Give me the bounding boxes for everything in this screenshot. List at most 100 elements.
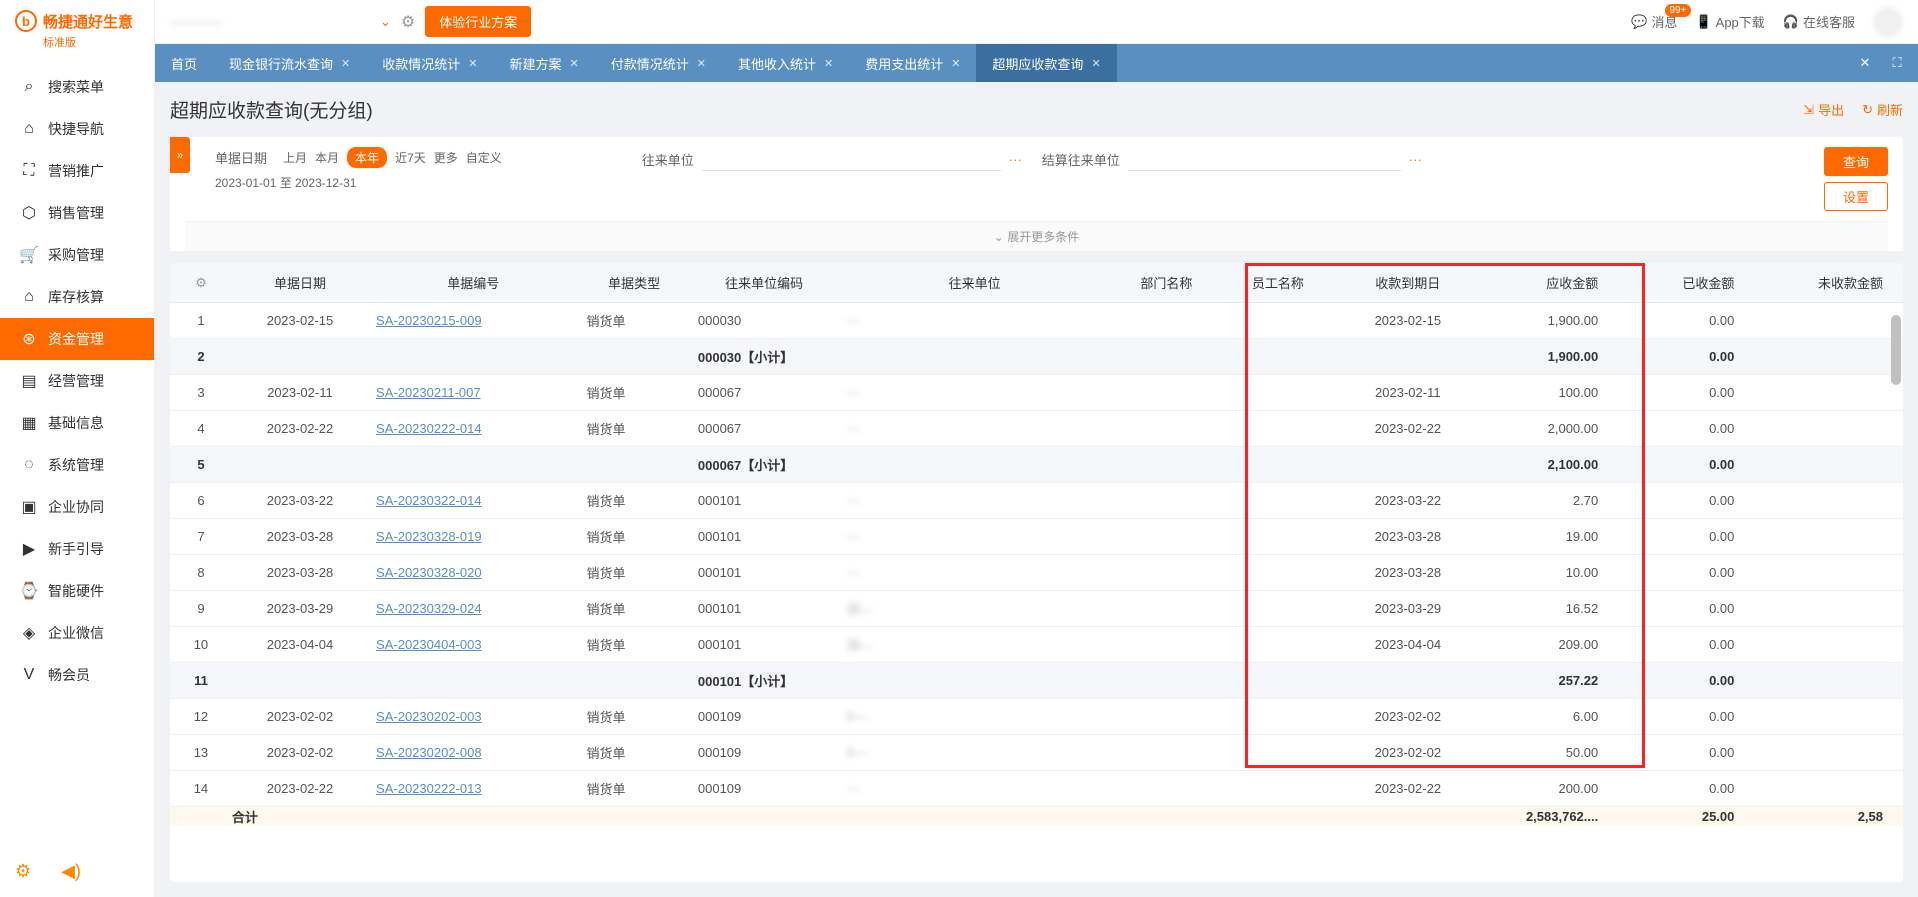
- settle-input[interactable]: [1128, 147, 1401, 171]
- table-row: 4 2023-02-22 SA-20230222-014 销货单 000067 …: [170, 411, 1903, 447]
- sidebar-item-6[interactable]: ⊛资金管理: [0, 318, 154, 360]
- col-header[interactable]: ⚙: [170, 263, 232, 303]
- close-all-tabs-icon[interactable]: ✕: [1852, 50, 1878, 76]
- date-preset[interactable]: 近7天: [395, 149, 426, 166]
- col-header: 应收金额: [1482, 263, 1618, 303]
- topbar: ———— ⌄ ⚙ 体验行业方案 💬 消息 99+ 📱 App下载 🎧 在线客服: [155, 0, 1918, 44]
- col-header: 已收金额: [1618, 263, 1754, 303]
- app-download-link[interactable]: 📱 App下载: [1695, 12, 1764, 31]
- sidebar-item-3[interactable]: ⬡销售管理: [0, 192, 154, 234]
- tab-3[interactable]: 新建方案✕: [493, 44, 594, 82]
- sidebar-item-8[interactable]: ▦基础信息: [0, 402, 154, 444]
- gear-icon[interactable]: ⚙: [401, 12, 415, 32]
- tab-close-icon[interactable]: ✕: [951, 57, 960, 70]
- tab-close-icon[interactable]: ✕: [341, 57, 350, 70]
- logo: b 畅捷通好生意: [15, 10, 139, 32]
- sidebar-item-11[interactable]: ▶新手引导: [0, 528, 154, 570]
- docno-link[interactable]: SA-20230211-007: [376, 385, 481, 400]
- sidebar-item-9[interactable]: ◌系统管理: [0, 444, 154, 486]
- tab-1[interactable]: 现金银行流水查询✕: [213, 44, 366, 82]
- refresh-button[interactable]: ↻ 刷新: [1862, 100, 1903, 119]
- docno-link[interactable]: SA-20230328-019: [376, 529, 482, 544]
- messages-link[interactable]: 💬 消息 99+: [1631, 12, 1677, 31]
- docno-link[interactable]: SA-20230202-008: [376, 745, 482, 760]
- sidebar-item-12[interactable]: ⌚智能硬件: [0, 570, 154, 612]
- date-preset[interactable]: 上月: [283, 149, 307, 166]
- tab-0[interactable]: 首页: [155, 44, 213, 82]
- col-header: 单据日期: [232, 263, 368, 303]
- tab-2[interactable]: 收款情况统计✕: [366, 44, 493, 82]
- tab-5[interactable]: 其他收入统计✕: [722, 44, 849, 82]
- docno-link[interactable]: SA-20230404-003: [376, 637, 482, 652]
- query-button[interactable]: 查询: [1824, 147, 1888, 176]
- docno-link[interactable]: SA-20230215-009: [376, 313, 482, 328]
- date-preset[interactable]: 更多: [434, 149, 458, 166]
- export-button[interactable]: ⇲ 导出: [1803, 100, 1844, 119]
- table-row: 6 2023-03-22 SA-20230322-014 销货单 000101 …: [170, 483, 1903, 519]
- tab-6[interactable]: 费用支出统计✕: [849, 44, 976, 82]
- nav-label: 经营管理: [48, 371, 104, 391]
- settings-button[interactable]: 设置: [1824, 182, 1888, 211]
- cell-partner: —: [838, 483, 1110, 519]
- cell-date: 2023-03-28: [232, 519, 368, 555]
- collapse-filter-icon[interactable]: »: [170, 137, 190, 173]
- tab-4[interactable]: 付款情况统计✕: [595, 44, 722, 82]
- date-preset[interactable]: 本年: [347, 147, 387, 168]
- docno-link[interactable]: SA-20230328-020: [376, 565, 482, 580]
- tab-close-icon[interactable]: ✕: [1091, 57, 1100, 70]
- docno-link[interactable]: SA-20230222-014: [376, 421, 482, 436]
- docno-link[interactable]: SA-20230329-024: [376, 601, 482, 616]
- company-selector[interactable]: ————: [170, 14, 370, 29]
- solution-button[interactable]: 体验行业方案: [425, 6, 531, 37]
- sidebar-item-7[interactable]: ▤经营管理: [0, 360, 154, 402]
- page-title: 超期应收款查询(无分组): [170, 96, 373, 123]
- docno-link[interactable]: SA-20230222-013: [376, 781, 482, 796]
- date-preset[interactable]: 本月: [315, 149, 339, 166]
- settle-more-icon[interactable]: ···: [1409, 152, 1422, 167]
- docno-link[interactable]: SA-20230202-003: [376, 709, 482, 724]
- cell-amt: 200.00: [1482, 771, 1618, 807]
- customer-service-link[interactable]: 🎧 在线客服: [1783, 12, 1855, 31]
- tab-7[interactable]: 超期应收款查询✕: [976, 44, 1116, 82]
- total-label: 合计: [232, 807, 368, 827]
- sidebar-item-1[interactable]: ⌂快捷导航: [0, 108, 154, 150]
- tab-close-icon[interactable]: ✕: [697, 57, 706, 70]
- partner-label: 往来单位: [642, 150, 694, 169]
- sidebar-item-10[interactable]: ▣企业协同: [0, 486, 154, 528]
- settings-gear-icon[interactable]: ⚙: [15, 861, 31, 882]
- collapse-sidebar-icon[interactable]: ◀): [61, 861, 81, 882]
- cell-amt: 2.70: [1482, 483, 1618, 519]
- avatar[interactable]: [1873, 7, 1903, 37]
- cell-date: 2023-02-11: [232, 375, 368, 411]
- cell-rcv: 0.00: [1618, 411, 1754, 447]
- tab-close-icon[interactable]: ✕: [570, 57, 579, 70]
- tab-close-icon[interactable]: ✕: [824, 57, 833, 70]
- scrollbar-thumb[interactable]: [1891, 315, 1901, 385]
- date-preset[interactable]: 自定义: [466, 149, 502, 166]
- col-header: 往来单位: [838, 263, 1110, 303]
- subtotal-row: 11 000101【小计】 257.22 0.00: [170, 663, 1903, 699]
- scrollbar-track[interactable]: [1891, 315, 1901, 852]
- sidebar-item-0[interactable]: ⌕搜索菜单: [0, 66, 154, 108]
- sidebar-item-2[interactable]: ⛶营销推广: [0, 150, 154, 192]
- cell-type: 销货单: [578, 771, 689, 807]
- sidebar-item-4[interactable]: 🛒采购管理: [0, 234, 154, 276]
- fullscreen-icon[interactable]: ⛶: [1884, 50, 1910, 76]
- tab-close-icon[interactable]: ✕: [468, 57, 477, 70]
- docno-link[interactable]: SA-20230322-014: [376, 493, 482, 508]
- partner-more-icon[interactable]: ···: [1009, 152, 1022, 167]
- partner-input[interactable]: [702, 147, 1001, 171]
- cell-type: 销货单: [578, 555, 689, 591]
- cell-due: 2023-02-11: [1334, 375, 1483, 411]
- brand-name: 畅捷通好生意: [43, 11, 133, 32]
- table-wrap: ⚙单据日期单据编号单据类型往来单位编码往来单位部门名称员工名称收款到期日应收金额…: [170, 263, 1903, 882]
- sidebar-item-5[interactable]: ⌂库存核算: [0, 276, 154, 318]
- nav-icon: ▣: [20, 498, 38, 516]
- subtotal-amt: 2,100.00: [1482, 447, 1618, 483]
- table-row: 3 2023-02-11 SA-20230211-007 销货单 000067 …: [170, 375, 1903, 411]
- chevron-down-icon[interactable]: ⌄: [380, 14, 391, 30]
- sidebar-item-13[interactable]: ◈企业微信: [0, 612, 154, 654]
- cell-rcv: 0.00: [1618, 735, 1754, 771]
- expand-filters-button[interactable]: ⌄ 展开更多条件: [185, 221, 1888, 251]
- sidebar-item-14[interactable]: V畅会员: [0, 654, 154, 696]
